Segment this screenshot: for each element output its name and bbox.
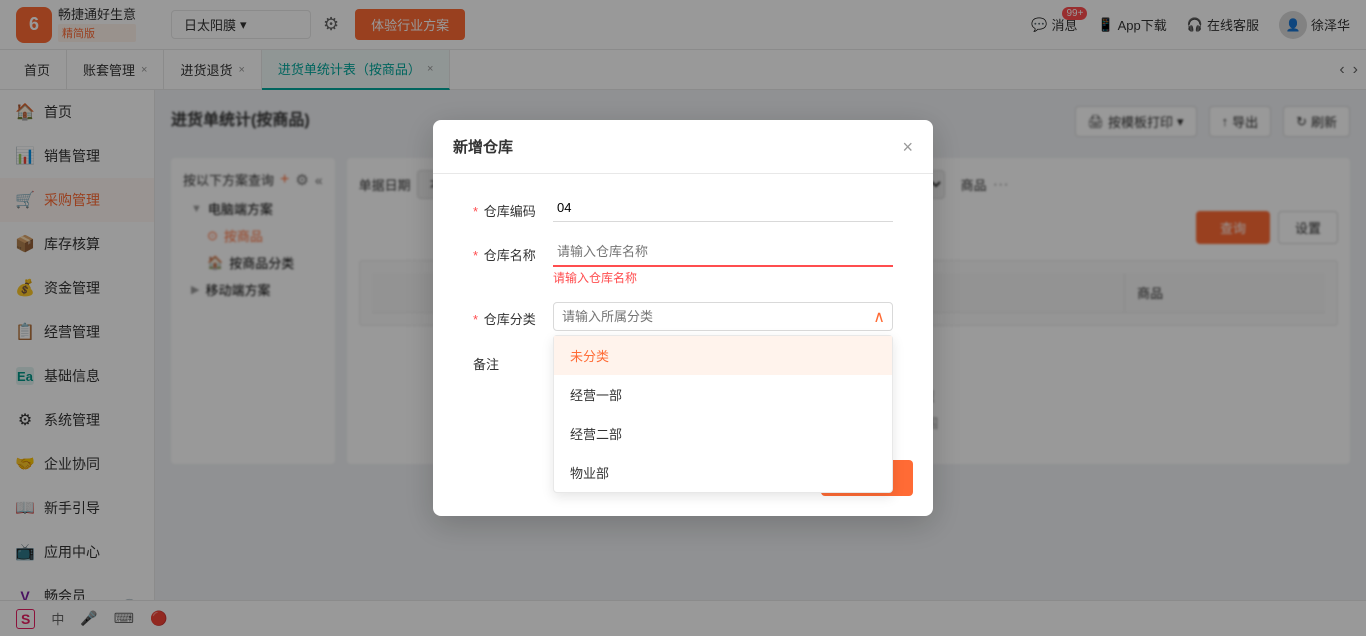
code-field [553,194,893,222]
dropdown-item-dept1[interactable]: 经营一部 [554,375,892,414]
dialog-close-button[interactable]: × [902,138,913,156]
category-required-mark: * [473,312,478,327]
dropdown-item-uncategorized[interactable]: 未分类 [554,336,892,375]
category-arrow-icon[interactable]: ∧ [873,307,885,327]
dialog-overlay: 新增仓库 × * 仓库编码 * 仓库名称 [0,0,1366,636]
code-required-mark: * [473,204,478,219]
category-label: * 仓库分类 [473,302,553,328]
name-field: 请输入仓库名称 [553,238,893,286]
name-error-message: 请输入仓库名称 [553,269,893,286]
category-field: ∧ 未分类 经营一部 经营二部 物业部 [553,302,893,331]
form-row-category: * 仓库分类 ∧ 未分类 经营一部 经营二部 物业部 [473,302,893,331]
new-warehouse-dialog: 新增仓库 × * 仓库编码 * 仓库名称 [433,120,933,516]
category-dropdown: 未分类 经营一部 经营二部 物业部 [553,335,893,493]
code-label: * 仓库编码 [473,194,553,220]
name-required-mark: * [473,248,478,263]
note-label: 备注 [473,347,553,373]
name-label: * 仓库名称 [473,238,553,264]
category-input[interactable] [553,302,893,331]
dropdown-item-dept3[interactable]: 物业部 [554,453,892,492]
dropdown-item-dept2[interactable]: 经营二部 [554,414,892,453]
code-input[interactable] [553,194,893,222]
form-row-name: * 仓库名称 请输入仓库名称 [473,238,893,286]
dialog-header: 新增仓库 × [433,120,933,174]
name-input[interactable] [553,238,893,267]
dialog-body: * 仓库编码 * 仓库名称 请输入仓库名称 [433,174,933,448]
category-select-wrap: ∧ 未分类 经营一部 经营二部 物业部 [553,302,893,331]
form-row-code: * 仓库编码 [473,194,893,222]
dialog-title: 新增仓库 [453,136,513,157]
